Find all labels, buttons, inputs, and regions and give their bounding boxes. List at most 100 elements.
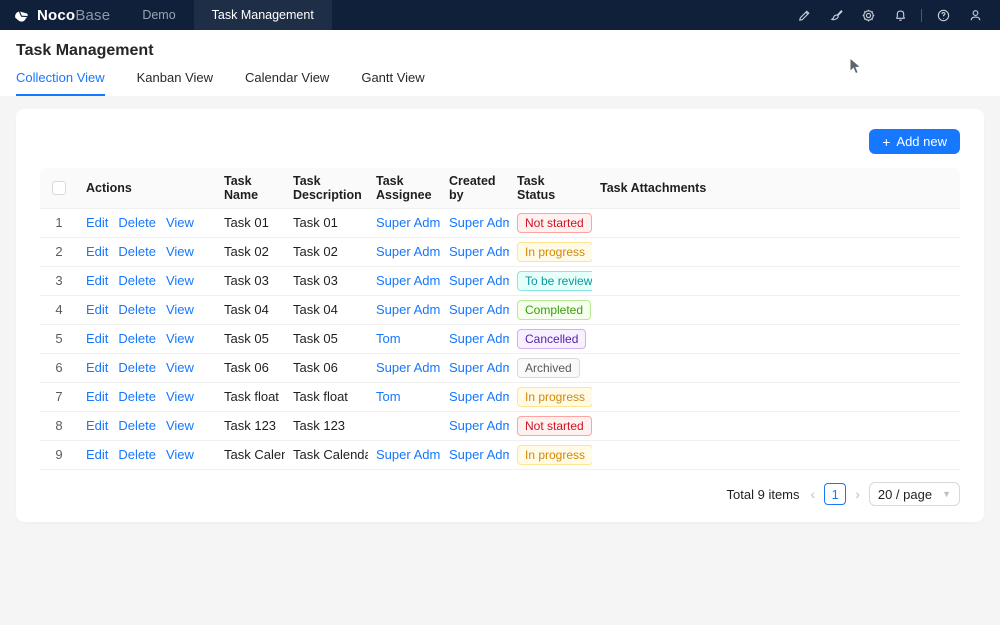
col-task-description: Task Description <box>285 168 368 209</box>
task-description-cell: Task 123 <box>285 411 368 441</box>
task-name-cell: Task 02 <box>216 237 285 267</box>
page-size-select[interactable]: 20 / page ▼ <box>868 482 960 506</box>
table-row: 3 Edit Delete View Task 03Task 03 Super Admin… <box>40 266 960 296</box>
task-name-cell: Task 03 <box>216 266 285 296</box>
created-by-link[interactable]: Super Admin <box>449 302 509 317</box>
row-index: 2 <box>40 237 78 267</box>
task-assignee-link: Super Admin <box>368 266 441 296</box>
bell-icon[interactable] <box>889 4 911 26</box>
view-link[interactable]: View <box>166 389 194 404</box>
delete-link[interactable]: Delete <box>118 215 156 230</box>
created-by-link: Super Admin <box>441 208 509 238</box>
created-by-link: Super Admin <box>441 411 509 441</box>
row-index: 3 <box>40 266 78 296</box>
task-description-cell: Task 05 <box>285 324 368 354</box>
delete-link[interactable]: Delete <box>118 418 156 433</box>
created-by-link[interactable]: Super Admin <box>449 244 509 259</box>
delete-link[interactable]: Delete <box>118 360 156 375</box>
tab-collection-view[interactable]: Collection View <box>16 70 105 96</box>
status-badge: In progress <box>517 387 592 407</box>
tab-calendar-view[interactable]: Calendar View <box>245 70 329 96</box>
pagination-next-icon[interactable]: › <box>855 487 860 501</box>
task-status-cell: To be reviewed <box>509 266 592 296</box>
highlighter-icon[interactable] <box>793 4 815 26</box>
task-assignee-link[interactable]: Super Admin <box>376 244 441 259</box>
col-task-assignee: Task Assignee <box>368 168 441 209</box>
row-index: 5 <box>40 324 78 354</box>
delete-link[interactable]: Delete <box>118 244 156 259</box>
table-row: 5 Edit Delete View Task 05 Task 05 Tom Super Ad… <box>40 324 960 354</box>
task-name-cell: Task 123 <box>216 411 285 441</box>
delete-link[interactable]: Delete <box>118 331 156 346</box>
created-by-link[interactable]: Super Admin <box>449 360 509 375</box>
delete-link[interactable]: Delete <box>118 389 156 404</box>
row-index: 9 <box>40 440 78 470</box>
task-assignee-link[interactable]: Tom <box>376 331 401 346</box>
task-status-cell: Archived <box>509 353 592 383</box>
edit-link[interactable]: Edit <box>86 331 108 346</box>
row-actions: Edit Delete View <box>78 237 216 267</box>
brand-name-light: Base <box>75 6 111 24</box>
task-assignee-link[interactable]: Super Admin <box>376 360 441 375</box>
task-assignee-link[interactable]: Super Admin <box>376 273 441 288</box>
task-assignee-link[interactable]: Super Admin <box>376 302 441 317</box>
created-by-link[interactable]: Super Admin <box>449 331 509 346</box>
add-new-button[interactable]: + Add new <box>869 129 960 154</box>
top-navbar: NocoBase Demo Task Management <box>0 0 1000 30</box>
delete-link[interactable]: Delete <box>118 447 156 462</box>
table-row: 7 Edit Delete View Task float Task float Tom Su… <box>40 382 960 412</box>
row-actions: Edit Delete View <box>78 411 216 441</box>
pagination: Total 9 items ‹ 1 › 20 / page ▼ <box>40 482 960 506</box>
tab-gantt-view[interactable]: Gantt View <box>361 70 424 96</box>
view-link[interactable]: View <box>166 331 194 346</box>
view-link[interactable]: View <box>166 360 194 375</box>
task-assignee-link[interactable]: Super Admin <box>376 447 441 462</box>
pagination-page-1[interactable]: 1 <box>824 483 847 505</box>
delete-link[interactable]: Delete <box>118 273 156 288</box>
view-link[interactable]: View <box>166 273 194 288</box>
edit-link[interactable]: Edit <box>86 360 108 375</box>
edit-link[interactable]: Edit <box>86 302 108 317</box>
task-assignee-link <box>368 411 441 441</box>
view-link[interactable]: View <box>166 418 194 433</box>
navbar-item-demo[interactable]: Demo <box>124 0 193 30</box>
view-link[interactable]: View <box>166 244 194 259</box>
view-link[interactable]: View <box>166 447 194 462</box>
delete-link[interactable]: Delete <box>118 302 156 317</box>
created-by-link[interactable]: Super Admin <box>449 215 509 230</box>
task-assignee-link[interactable]: Tom <box>376 389 401 404</box>
view-link[interactable]: View <box>166 302 194 317</box>
row-actions: Edit Delete View <box>78 353 216 383</box>
created-by-link[interactable]: Super Admin <box>449 389 509 404</box>
edit-link[interactable]: Edit <box>86 447 108 462</box>
status-badge: Not started <box>517 416 592 436</box>
created-by-link[interactable]: Super Admin <box>449 273 509 288</box>
pagination-prev-icon[interactable]: ‹ <box>811 487 816 501</box>
select-all-checkbox[interactable] <box>52 181 66 196</box>
table-row: 8 Edit Delete View Task 123Task 123 Super Adm… <box>40 411 960 441</box>
page-title: Task Management <box>16 42 154 59</box>
brush-icon[interactable] <box>825 4 847 26</box>
created-by-link[interactable]: Super Admin <box>449 418 509 433</box>
nocobase-logo[interactable]: NocoBase <box>0 0 124 30</box>
task-assignee-link[interactable]: Super Admin <box>376 215 441 230</box>
created-by-link[interactable]: Super Admin <box>449 447 509 462</box>
help-icon[interactable] <box>932 4 954 26</box>
navbar-spacer <box>332 0 793 30</box>
gear-icon[interactable] <box>857 4 879 26</box>
created-by-link: Super Admin <box>441 266 509 296</box>
edit-link[interactable]: Edit <box>86 215 108 230</box>
view-link[interactable]: View <box>166 215 194 230</box>
task-description-cell: Task 02 <box>285 237 368 267</box>
col-task-attachments: Task Attachments <box>592 168 960 209</box>
edit-link[interactable]: Edit <box>86 244 108 259</box>
edit-link[interactable]: Edit <box>86 273 108 288</box>
edit-link[interactable]: Edit <box>86 418 108 433</box>
table-header-row: Actions Task Name Task Description Task … <box>40 168 960 209</box>
user-icon[interactable] <box>964 4 986 26</box>
tab-kanban-view[interactable]: Kanban View <box>137 70 213 96</box>
task-status-cell: Completed <box>509 295 592 325</box>
navbar-item-task-management[interactable]: Task Management <box>193 0 332 30</box>
edit-link[interactable]: Edit <box>86 389 108 404</box>
task-description-cell: Task float <box>285 382 368 412</box>
